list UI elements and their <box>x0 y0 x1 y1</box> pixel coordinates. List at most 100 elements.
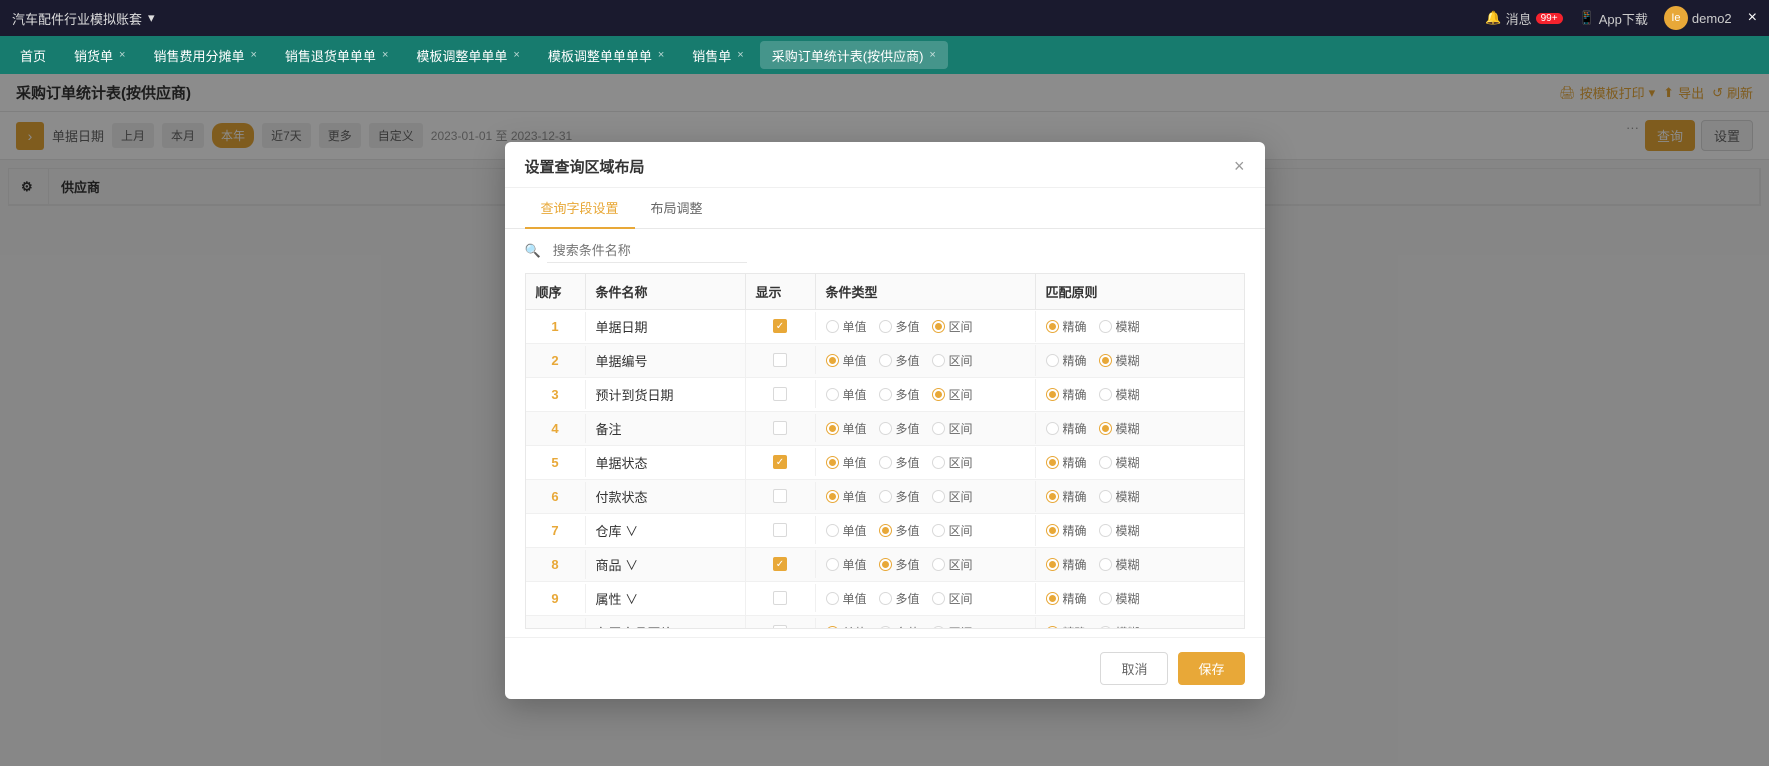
show-checkbox-2[interactable] <box>773 353 787 367</box>
type-range-1[interactable]: 区间 <box>932 318 973 335</box>
tab-4[interactable]: 模板调整单单单 × <box>404 41 531 69</box>
type-range-2[interactable]: 区间 <box>932 352 973 369</box>
dropdown-icon[interactable]: ▾ <box>148 10 155 26</box>
cell-show-2[interactable] <box>746 346 816 374</box>
match-fuzzy-6[interactable]: 模糊 <box>1099 488 1140 505</box>
match-fuzzy-3[interactable]: 模糊 <box>1099 386 1140 403</box>
match-fuzzy-5[interactable]: 模糊 <box>1099 454 1140 471</box>
match-exact-5[interactable]: 精确 <box>1046 454 1087 471</box>
tab-3-close[interactable]: × <box>382 49 388 61</box>
match-fuzzy-1[interactable]: 模糊 <box>1099 318 1140 335</box>
user-area[interactable]: Ie demo2 <box>1664 6 1732 30</box>
tab-sales-order-close[interactable]: × <box>119 49 125 61</box>
type-range-8[interactable]: 区间 <box>932 556 973 573</box>
show-checkbox-8[interactable] <box>773 557 787 571</box>
save-button[interactable]: 保存 <box>1178 652 1244 685</box>
match-fuzzy-2[interactable]: 模糊 <box>1099 352 1140 369</box>
dialog-close-button[interactable]: × <box>1234 156 1245 177</box>
tab-sales-expense-close[interactable]: × <box>250 49 256 61</box>
match-exact-7[interactable]: 精确 <box>1046 522 1087 539</box>
condition-search-input[interactable] <box>547 239 747 263</box>
type-range-10[interactable]: 区间 <box>932 624 973 629</box>
dialog-tab-fields[interactable]: 查询字段设置 <box>525 188 635 229</box>
type-single-2[interactable]: 单值 <box>826 352 867 369</box>
type-multi-6[interactable]: 多值 <box>879 488 920 505</box>
tab-6[interactable]: 销售单 × <box>680 41 755 69</box>
match-exact-8[interactable]: 精确 <box>1046 556 1087 573</box>
show-checkbox-10[interactable] <box>773 625 787 629</box>
type-single-10[interactable]: 单值 <box>826 624 867 629</box>
tab-3[interactable]: 销售退货单单单 × <box>273 41 400 69</box>
type-multi-4[interactable]: 多值 <box>879 420 920 437</box>
type-range-9[interactable]: 区间 <box>932 590 973 607</box>
tab-home[interactable]: 首页 <box>8 41 58 69</box>
match-exact-1[interactable]: 精确 <box>1046 318 1087 335</box>
radio-range-dot-6 <box>932 490 945 503</box>
messages-area[interactable]: 🔔 消息 99+ <box>1485 9 1562 28</box>
match-fuzzy-4[interactable]: 模糊 <box>1099 420 1140 437</box>
type-range-7[interactable]: 区间 <box>932 522 973 539</box>
type-single-7[interactable]: 单值 <box>826 522 867 539</box>
tab-sales-expense[interactable]: 销售费用分摊单 × <box>141 41 268 69</box>
username-label: demo2 <box>1692 11 1732 26</box>
type-single-8[interactable]: 单值 <box>826 556 867 573</box>
type-multi-3[interactable]: 多值 <box>879 386 920 403</box>
match-exact-3[interactable]: 精确 <box>1046 386 1087 403</box>
match-radio-group-3: 精确 模糊 <box>1046 386 1140 403</box>
show-checkbox-6[interactable] <box>773 489 787 503</box>
type-multi-9[interactable]: 多值 <box>879 590 920 607</box>
dialog-tab-layout[interactable]: 布局调整 <box>635 188 719 229</box>
tab-4-close[interactable]: × <box>513 49 519 61</box>
show-checkbox-1[interactable] <box>773 319 787 333</box>
type-range-5[interactable]: 区间 <box>932 454 973 471</box>
tab-6-close[interactable]: × <box>737 49 743 61</box>
type-single-6[interactable]: 单值 <box>826 488 867 505</box>
cell-show-6[interactable] <box>746 482 816 510</box>
type-single-1[interactable]: 单值 <box>826 318 867 335</box>
type-multi-1[interactable]: 多值 <box>879 318 920 335</box>
match-exact-4[interactable]: 精确 <box>1046 420 1087 437</box>
type-multi-2[interactable]: 多值 <box>879 352 920 369</box>
cell-show-5[interactable] <box>746 448 816 476</box>
top-close-button[interactable]: × <box>1748 9 1757 27</box>
match-exact-2[interactable]: 精确 <box>1046 352 1087 369</box>
cell-show-7[interactable] <box>746 516 816 544</box>
type-multi-5[interactable]: 多值 <box>879 454 920 471</box>
cell-show-9[interactable] <box>746 584 816 612</box>
match-exact-10[interactable]: 精确 <box>1046 624 1087 629</box>
tab-sales-order[interactable]: 销货单 × <box>62 41 137 69</box>
show-checkbox-9[interactable] <box>773 591 787 605</box>
tab-purchase-stat-close[interactable]: × <box>929 49 935 61</box>
match-fuzzy-9[interactable]: 模糊 <box>1099 590 1140 607</box>
type-multi-7[interactable]: 多值 <box>879 522 920 539</box>
type-range-3[interactable]: 区间 <box>932 386 973 403</box>
show-checkbox-4[interactable] <box>773 421 787 435</box>
tab-5[interactable]: 模板调整单单单单 × <box>536 41 676 69</box>
match-exact-9[interactable]: 精确 <box>1046 590 1087 607</box>
match-exact-6[interactable]: 精确 <box>1046 488 1087 505</box>
tab-5-close[interactable]: × <box>658 49 664 61</box>
type-single-5[interactable]: 单值 <box>826 454 867 471</box>
type-multi-8[interactable]: 多值 <box>879 556 920 573</box>
cell-show-1[interactable] <box>746 312 816 340</box>
type-range-4[interactable]: 区间 <box>932 420 973 437</box>
type-range-6[interactable]: 区间 <box>932 488 973 505</box>
tab-purchase-stat[interactable]: 采购订单统计表(按供应商) × <box>760 41 948 69</box>
cell-show-4[interactable] <box>746 414 816 442</box>
show-checkbox-5[interactable] <box>773 455 787 469</box>
match-fuzzy-7[interactable]: 模糊 <box>1099 522 1140 539</box>
type-single-3[interactable]: 单值 <box>826 386 867 403</box>
match-fuzzy-10[interactable]: 模糊 <box>1099 624 1140 629</box>
type-single-4[interactable]: 单值 <box>826 420 867 437</box>
type-single-9[interactable]: 单值 <box>826 590 867 607</box>
show-checkbox-3[interactable] <box>773 387 787 401</box>
app-download-area[interactable]: 📱 App下载 <box>1579 9 1648 28</box>
cell-show-10[interactable] <box>746 618 816 629</box>
match-fuzzy-8[interactable]: 模糊 <box>1099 556 1140 573</box>
show-checkbox-7[interactable] <box>773 523 787 537</box>
cancel-button[interactable]: 取消 <box>1100 652 1168 685</box>
type-radio-group-8: 单值 多值 区间 <box>826 556 973 573</box>
cell-show-3[interactable] <box>746 380 816 408</box>
cell-show-8[interactable] <box>746 550 816 578</box>
type-multi-10[interactable]: 多值 <box>879 624 920 629</box>
